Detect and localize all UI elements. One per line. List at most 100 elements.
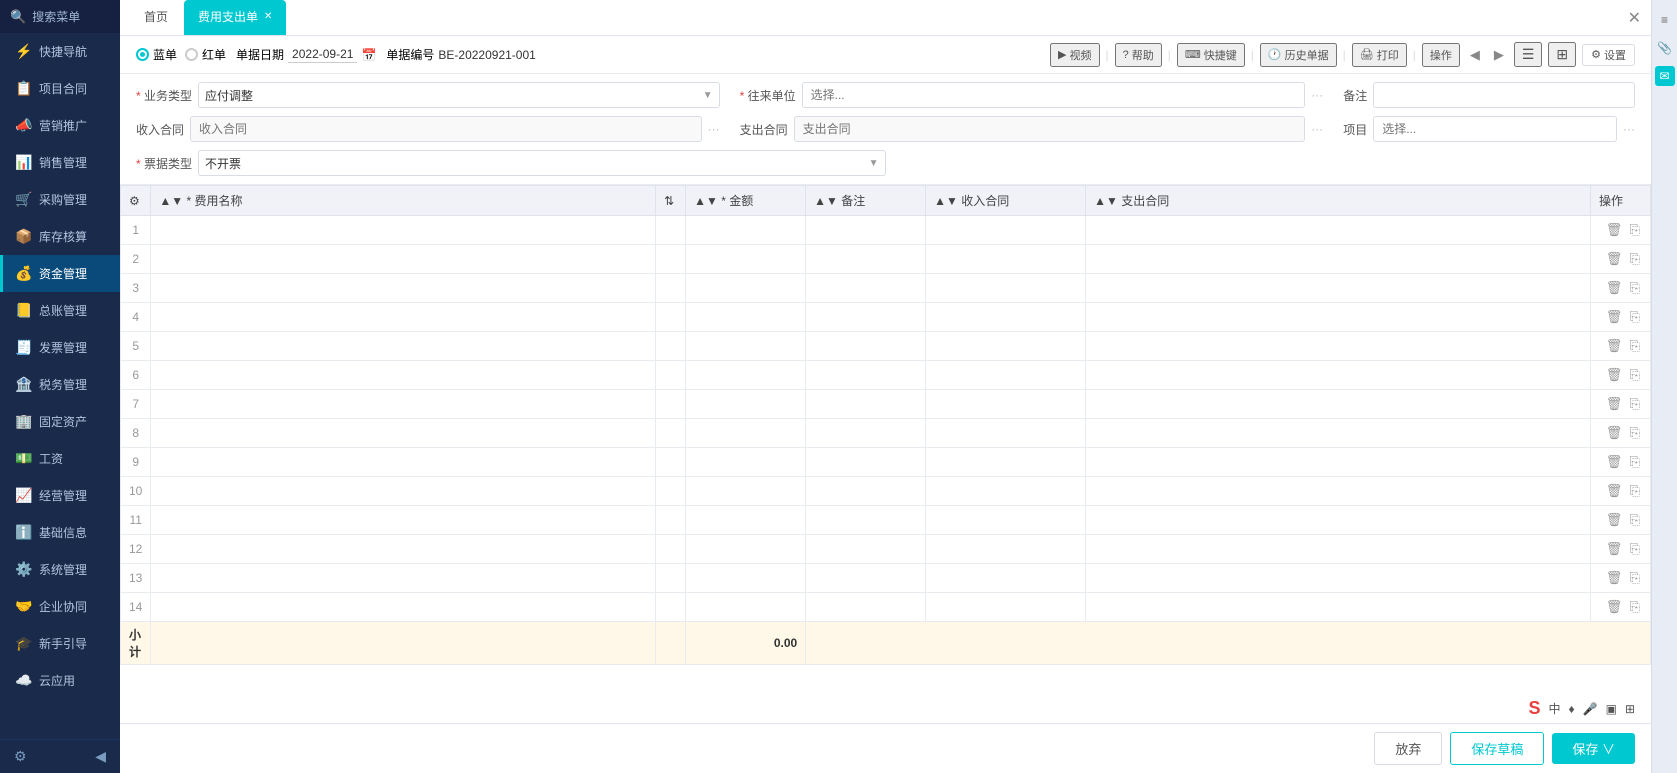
delete-row-btn[interactable]: 🗑: [1604, 481, 1625, 501]
delete-row-btn[interactable]: 🗑: [1604, 365, 1625, 385]
amount-cell[interactable]: [686, 332, 806, 361]
th-gear[interactable]: ⚙: [121, 186, 151, 216]
amount-cell[interactable]: [686, 216, 806, 245]
copy-row-btn[interactable]: ⎘: [1628, 539, 1642, 559]
income-contract-cell[interactable]: [926, 390, 1086, 419]
view-list-btn[interactable]: ☰: [1514, 42, 1543, 67]
amount-cell[interactable]: [686, 274, 806, 303]
sidebar-item-fixed-assets[interactable]: 🏢 固定资产: [0, 403, 120, 440]
sidebar-item-tax-mgmt[interactable]: 🏦 税务管理: [0, 366, 120, 403]
shortcuts-btn[interactable]: ⌨ 快捷键: [1177, 43, 1245, 67]
remark-cell[interactable]: [806, 593, 926, 622]
prev-nav-icon[interactable]: ◀: [1466, 45, 1484, 65]
delete-row-btn[interactable]: 🗑: [1604, 336, 1625, 356]
next-nav-icon[interactable]: ▶: [1490, 45, 1508, 65]
amount-cell[interactable]: [686, 303, 806, 332]
copy-row-btn[interactable]: ⎘: [1628, 278, 1642, 298]
rp-icon-2[interactable]: 📎: [1655, 38, 1675, 58]
expense-contract-cell[interactable]: [1086, 535, 1591, 564]
income-contract-cell[interactable]: [926, 477, 1086, 506]
copy-row-btn[interactable]: ⎘: [1628, 481, 1642, 501]
delete-row-btn[interactable]: 🗑: [1604, 597, 1625, 617]
income-contract-more-icon[interactable]: ···: [708, 122, 720, 136]
table-gear-icon[interactable]: ⚙: [129, 194, 140, 208]
biz-type-select[interactable]: 应付调整 ▼: [198, 82, 720, 108]
sidebar-item-inventory[interactable]: 📦 库存核算: [0, 218, 120, 255]
expense-contract-cell[interactable]: [1086, 477, 1591, 506]
expense-name-cell[interactable]: [151, 477, 656, 506]
rp-icon-3[interactable]: ✉: [1655, 66, 1675, 86]
amount-cell[interactable]: [686, 593, 806, 622]
operations-btn[interactable]: 操作: [1422, 43, 1460, 67]
expense-contract-cell[interactable]: [1086, 506, 1591, 535]
counterpart-input[interactable]: [802, 82, 1306, 108]
copy-row-btn[interactable]: ⎘: [1628, 220, 1642, 240]
delete-row-btn[interactable]: 🗑: [1604, 220, 1625, 240]
sidebar-item-payroll[interactable]: 💵 工资: [0, 440, 120, 477]
income-contract-cell[interactable]: [926, 274, 1086, 303]
remark-cell[interactable]: [806, 245, 926, 274]
delete-row-btn[interactable]: 🗑: [1604, 307, 1625, 327]
settings-btn[interactable]: ⚙ 设置: [1582, 44, 1635, 66]
date-value[interactable]: 2022-09-21: [288, 46, 357, 63]
copy-row-btn[interactable]: ⎘: [1628, 510, 1642, 530]
expense-name-cell[interactable]: [151, 303, 656, 332]
discard-button[interactable]: 放弃: [1374, 732, 1442, 765]
income-contract-cell[interactable]: [926, 361, 1086, 390]
expense-contract-cell[interactable]: [1086, 361, 1591, 390]
expense-name-cell[interactable]: [151, 535, 656, 564]
delete-row-btn[interactable]: 🗑: [1604, 423, 1625, 443]
expense-name-cell[interactable]: [151, 506, 656, 535]
sidebar-item-sales-promotion[interactable]: 📣 营销推广: [0, 107, 120, 144]
expense-contract-cell[interactable]: [1086, 274, 1591, 303]
remarks-input[interactable]: [1373, 82, 1635, 108]
expense-contract-cell[interactable]: [1086, 390, 1591, 419]
sidebar-item-invoice-mgmt[interactable]: 🧾 发票管理: [0, 329, 120, 366]
income-contract-cell[interactable]: [926, 506, 1086, 535]
copy-row-btn[interactable]: ⎘: [1628, 365, 1642, 385]
counterpart-more-icon[interactable]: ···: [1311, 88, 1323, 102]
expense-name-cell[interactable]: [151, 245, 656, 274]
income-contract-cell[interactable]: [926, 332, 1086, 361]
expense-contract-cell[interactable]: [1086, 564, 1591, 593]
expense-contract-cell[interactable]: [1086, 419, 1591, 448]
expense-name-cell[interactable]: [151, 593, 656, 622]
remark-cell[interactable]: [806, 332, 926, 361]
invoice-type-select[interactable]: 不开票 ▼: [198, 150, 885, 176]
remark-cell[interactable]: [806, 506, 926, 535]
income-contract-cell[interactable]: [926, 448, 1086, 477]
remark-cell[interactable]: [806, 448, 926, 477]
delete-row-btn[interactable]: 🗑: [1604, 539, 1625, 559]
delete-row-btn[interactable]: 🗑: [1604, 568, 1625, 588]
collapse-icon[interactable]: ◀: [95, 748, 106, 765]
income-contract-cell[interactable]: [926, 419, 1086, 448]
remark-cell[interactable]: [806, 303, 926, 332]
income-contract-cell[interactable]: [926, 593, 1086, 622]
expense-name-cell[interactable]: [151, 564, 656, 593]
remark-cell[interactable]: [806, 361, 926, 390]
sidebar-item-ops-mgmt[interactable]: 📈 经营管理: [0, 477, 120, 514]
calendar-icon[interactable]: 📅: [361, 48, 376, 62]
project-more-icon[interactable]: ···: [1623, 122, 1635, 136]
copy-row-btn[interactable]: ⎘: [1628, 336, 1642, 356]
income-contract-cell[interactable]: [926, 245, 1086, 274]
save-draft-button[interactable]: 保存草稿: [1450, 732, 1544, 765]
sidebar-item-ledger-mgmt[interactable]: 📒 总账管理: [0, 292, 120, 329]
red-bill-radio[interactable]: 红单: [185, 46, 226, 63]
tab-home[interactable]: 首页: [130, 0, 182, 35]
rp-icon-1[interactable]: ≡: [1655, 10, 1675, 30]
sidebar-item-cloud-apps[interactable]: ☁️ 云应用: [0, 662, 120, 699]
expense-contract-input[interactable]: [794, 116, 1306, 142]
remark-cell[interactable]: [806, 477, 926, 506]
expense-name-cell[interactable]: [151, 390, 656, 419]
expense-name-cell[interactable]: [151, 361, 656, 390]
amount-cell[interactable]: [686, 361, 806, 390]
sidebar-item-enterprise-collab[interactable]: 🤝 企业协同: [0, 588, 120, 625]
copy-row-btn[interactable]: ⎘: [1628, 597, 1642, 617]
th-sort[interactable]: ⇅: [656, 186, 686, 216]
history-btn[interactable]: 🕐 历史单据: [1260, 43, 1337, 67]
amount-cell[interactable]: [686, 506, 806, 535]
tab-close-icon[interactable]: ✕: [264, 11, 272, 22]
remark-cell[interactable]: [806, 564, 926, 593]
amount-cell[interactable]: [686, 390, 806, 419]
